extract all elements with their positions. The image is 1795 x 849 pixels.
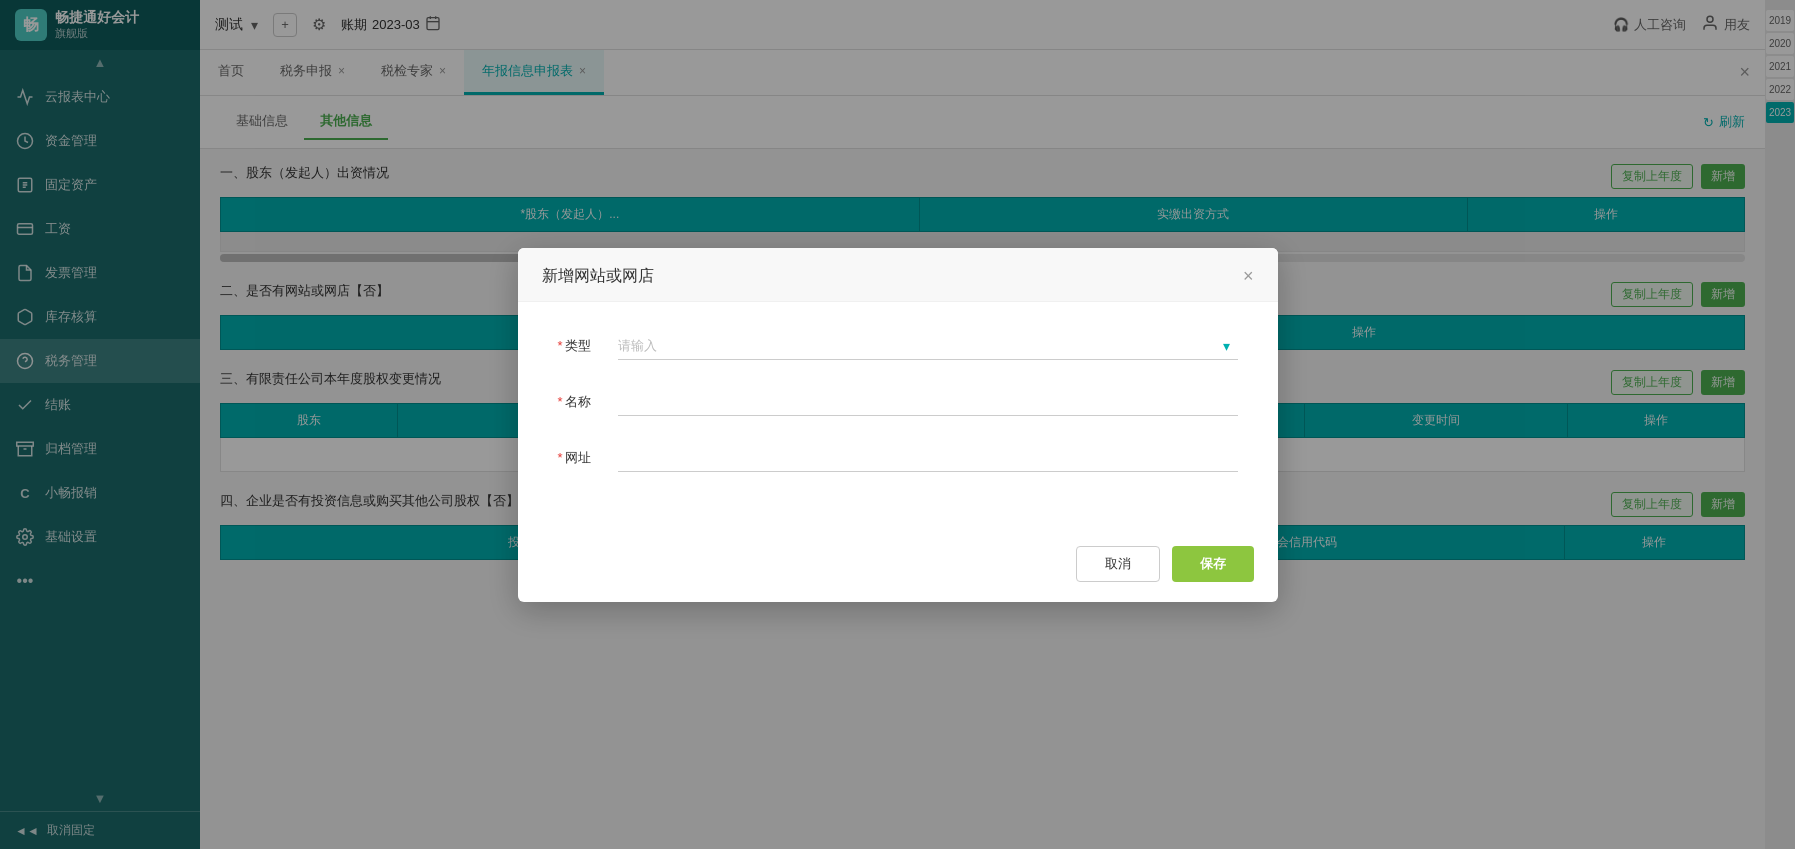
type-input-wrapper: ▾ [618, 332, 1238, 360]
name-input[interactable] [618, 388, 1238, 416]
url-input-wrapper [618, 444, 1238, 472]
form-field-type: *类型 ▾ [558, 332, 1238, 360]
add-website-modal: 新增网站或网店 × *类型 ▾ *名称 [518, 248, 1278, 602]
modal-body: *类型 ▾ *名称 *网址 [518, 302, 1278, 530]
name-required-marker: * [558, 394, 563, 409]
modal-header: 新增网站或网店 × [518, 248, 1278, 302]
name-input-wrapper [618, 388, 1238, 416]
type-required-marker: * [558, 338, 563, 353]
save-button[interactable]: 保存 [1172, 546, 1254, 582]
url-required-marker: * [558, 450, 563, 465]
form-field-name: *名称 [558, 388, 1238, 416]
form-field-url: *网址 [558, 444, 1238, 472]
type-input[interactable] [618, 332, 1238, 360]
modal-close-button[interactable]: × [1243, 266, 1254, 287]
type-label: *类型 [558, 337, 618, 355]
url-label: *网址 [558, 449, 618, 467]
modal-footer: 取消 保存 [518, 530, 1278, 602]
modal-title: 新增网站或网店 [542, 266, 654, 287]
cancel-button[interactable]: 取消 [1076, 546, 1160, 582]
url-input[interactable] [618, 444, 1238, 472]
modal-overlay: 新增网站或网店 × *类型 ▾ *名称 [0, 0, 1795, 849]
name-label: *名称 [558, 393, 618, 411]
